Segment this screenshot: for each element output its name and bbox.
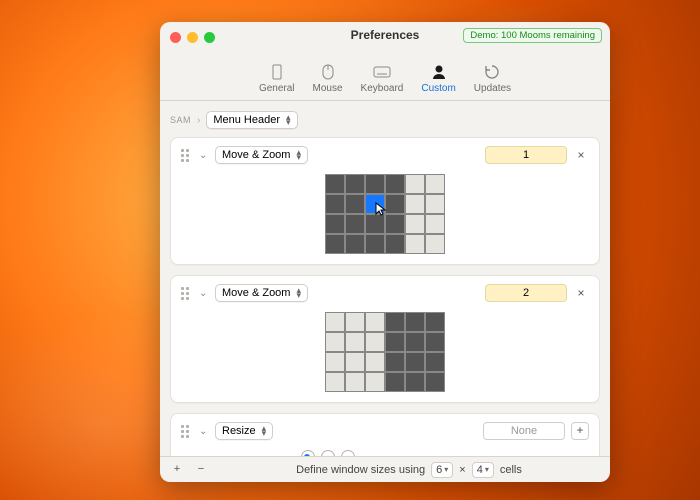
action-type-popup[interactable]: Move & Zoom ▴▾ [215,146,308,164]
grid-cell[interactable] [385,332,405,352]
grid-cell[interactable] [405,352,425,372]
grid-cell[interactable] [425,194,445,214]
grid-cell[interactable] [365,312,385,332]
grid-cell[interactable] [345,352,365,372]
grid-cell[interactable] [325,352,345,372]
keyboard-icon [373,63,391,81]
grid-cell[interactable] [345,332,365,352]
footer-bar: + − Define window sizes using 6▾ × 4▾ ce… [160,456,610,482]
grid-cell[interactable] [405,194,425,214]
remove-action-button[interactable]: − [192,461,210,479]
chevron-right-icon: › [197,115,200,126]
stepper-arrows-icon: ▴▾ [262,426,267,436]
grid-cell[interactable] [425,234,445,254]
grid-cell[interactable] [345,174,365,194]
grid-cell[interactable] [345,214,365,234]
clear-hotkey-button[interactable]: × [573,286,589,300]
action-type-popup[interactable]: Resize ▴▾ [215,422,273,440]
grid-cell[interactable] [405,234,425,254]
action-panel-1: ⌄ Move & Zoom ▴▾ 1 × [170,137,600,265]
tab-updates[interactable]: Updates [474,63,511,94]
grid-cell[interactable] [385,352,405,372]
hotkey-field[interactable]: 2 [485,284,567,302]
grid-cell[interactable] [345,312,365,332]
preferences-window: Preferences Demo: 100 Mooms remaining Ge… [160,22,610,482]
grid-cell[interactable] [365,174,385,194]
tab-mouse[interactable]: Mouse [313,63,343,94]
grid-cell[interactable] [345,372,365,392]
grid-cell[interactable] [365,214,385,234]
grid-cols-stepper[interactable]: 6▾ [431,462,453,478]
chevron-down-icon[interactable]: ⌄ [199,288,209,299]
grid-cell[interactable] [365,352,385,372]
hotkey-field[interactable]: 1 [485,146,567,164]
grid-cell[interactable] [405,312,425,332]
stepper-arrows-icon: ▴▾ [296,150,301,160]
position-grid[interactable] [325,174,445,254]
add-hotkey-button[interactable]: + [571,422,589,440]
grid-cell[interactable] [345,194,365,214]
chevron-down-icon[interactable]: ⌄ [199,150,209,161]
grid-cell[interactable] [385,312,405,332]
grid-cell[interactable] [425,312,445,332]
grid-cell[interactable] [325,174,345,194]
grid-rows-stepper[interactable]: 4▾ [472,462,494,478]
grid-cell[interactable] [325,194,345,214]
content-area: SAM › Menu Header ▴▾ ⌄ Move & Zoom ▴▾ 1 … [160,101,610,456]
grid-cell[interactable] [325,332,345,352]
grid-cell[interactable] [385,214,405,234]
clear-hotkey-button[interactable]: × [573,148,589,162]
grid-cell[interactable] [425,332,445,352]
action-panel-2: ⌄ Move & Zoom ▴▾ 2 × [170,275,600,403]
grid-cell[interactable] [325,312,345,332]
drag-handle-icon[interactable] [181,425,193,437]
tab-keyboard[interactable]: Keyboard [361,63,404,94]
footer-define-label: Define window sizes using [296,464,425,476]
position-grid[interactable] [325,312,445,392]
grid-cell[interactable] [365,332,385,352]
grid-cell[interactable] [425,372,445,392]
grid-cell[interactable] [385,234,405,254]
action-type-popup[interactable]: Move & Zoom ▴▾ [215,284,308,302]
hotkey-field-none[interactable]: None [483,422,565,440]
tab-general[interactable]: General [259,63,295,94]
stepper-arrows-icon: ▴▾ [286,115,291,125]
grid-cell[interactable] [325,372,345,392]
grid-cell[interactable] [405,372,425,392]
grid-cell[interactable] [405,214,425,234]
grid-cell[interactable] [385,174,405,194]
stepper-arrows-icon: ▴▾ [296,288,301,298]
grid-cell[interactable] [385,194,405,214]
grid-cell[interactable] [425,214,445,234]
grid-cell[interactable] [385,372,405,392]
header-popup[interactable]: Menu Header ▴▾ [206,111,297,129]
updates-icon [483,63,501,81]
grid-cell[interactable] [365,234,385,254]
grid-cell[interactable] [365,194,385,214]
tab-custom[interactable]: Custom [421,63,455,94]
grid-cell[interactable] [365,372,385,392]
titlebar: Preferences Demo: 100 Mooms remaining Ge… [160,22,610,70]
grid-cell[interactable] [425,174,445,194]
mouse-icon [319,63,337,81]
grid-cell[interactable] [405,174,425,194]
footer-times: × [459,464,465,476]
grid-cell[interactable] [345,234,365,254]
footer-cells-label: cells [500,464,522,476]
drag-handle-icon[interactable] [181,149,193,161]
grid-cell[interactable] [425,352,445,372]
general-icon [268,63,286,81]
custom-icon [430,63,448,81]
demo-badge: Demo: 100 Mooms remaining [463,28,602,43]
grid-cell[interactable] [405,332,425,352]
chevron-down-icon[interactable]: ⌄ [199,426,209,437]
add-action-button[interactable]: + [168,461,186,479]
section-mini-label: SAM [170,115,191,125]
grid-cell[interactable] [325,214,345,234]
action-panel-3: ⌄ Resize ▴▾ None + Anchor: 800 × 600 pt [170,413,600,456]
drag-handle-icon[interactable] [181,287,193,299]
grid-cell[interactable] [325,234,345,254]
